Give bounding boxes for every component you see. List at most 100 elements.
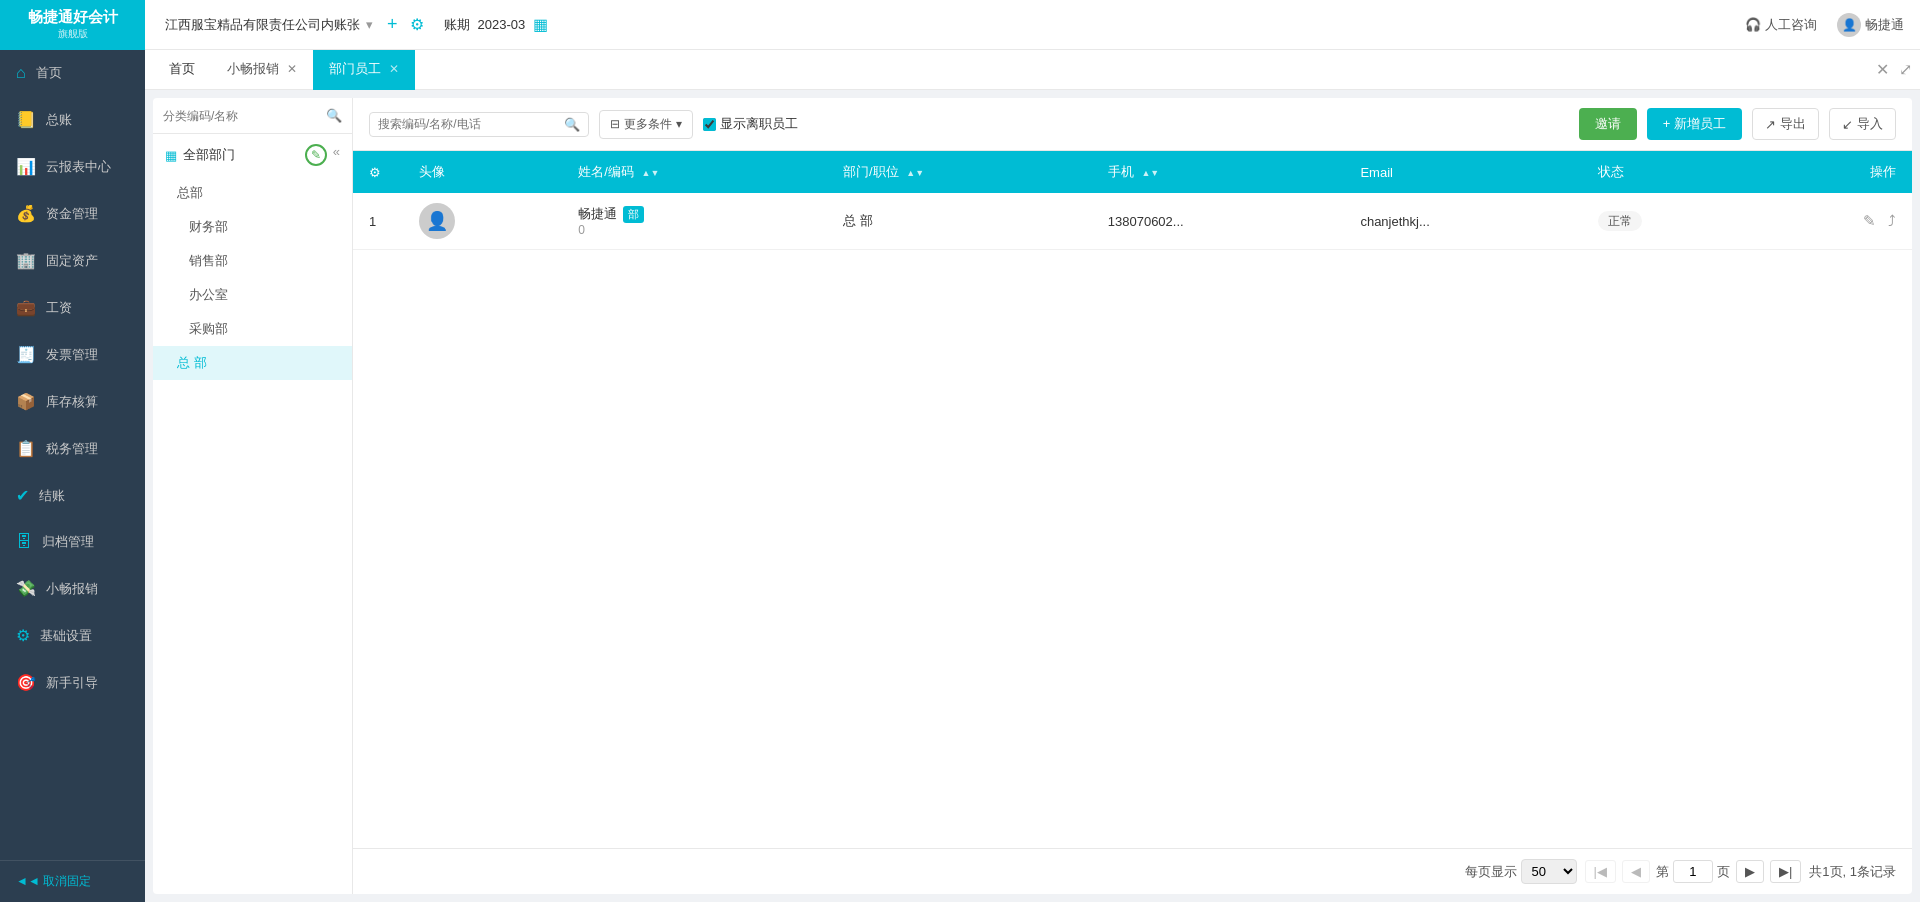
prev-page-button[interactable]: ◀: [1622, 860, 1650, 883]
collapse-icon[interactable]: «: [333, 144, 340, 166]
next-page-button[interactable]: ▶: [1736, 860, 1764, 883]
table-body: 1 👤 畅捷通 部 0: [353, 193, 1912, 250]
dept-badge: 部: [623, 206, 644, 223]
cell-phone: 138070602...: [1092, 193, 1345, 250]
sidebar-item-salary[interactable]: 💼 工资: [0, 284, 145, 331]
last-page-button[interactable]: ▶|: [1770, 860, 1801, 883]
sidebar-item-home[interactable]: ⌂ 首页: [0, 50, 145, 96]
col-avatar-label: 头像: [419, 164, 445, 179]
archive-icon: 🗄: [16, 533, 32, 551]
dept-search-input[interactable]: [163, 109, 320, 123]
dept-item-headquarters[interactable]: 总部: [153, 176, 352, 210]
close-all-icon[interactable]: ✕: [1876, 60, 1889, 79]
page-size-select: 每页显示 50 10 20 100: [1465, 859, 1577, 884]
settings-icon: ⚙: [369, 165, 381, 180]
tab-home[interactable]: 首页: [153, 50, 211, 90]
export-icon: ↗: [1765, 117, 1776, 132]
import-icon: ↙: [1842, 117, 1853, 132]
sidebar-item-reports[interactable]: 📊 云报表中心: [0, 143, 145, 190]
sidebar-item-settings[interactable]: ⚙ 基础设置: [0, 612, 145, 659]
sidebar-item-tax[interactable]: 📋 税务管理: [0, 425, 145, 472]
col-status: 状态: [1582, 151, 1760, 193]
dept-item-finance[interactable]: 财务部: [153, 210, 352, 244]
settings-icon[interactable]: ⚙: [410, 15, 424, 34]
filter-icon: ⊟: [610, 117, 620, 131]
invite-button[interactable]: 邀请: [1579, 108, 1637, 140]
sidebar-item-label: 税务管理: [46, 440, 98, 458]
maximize-icon[interactable]: ⤢: [1899, 60, 1912, 79]
unpin-button[interactable]: ◄◄ 取消固定: [0, 860, 145, 902]
calendar-icon[interactable]: ▦: [533, 15, 548, 34]
edit-employee-button[interactable]: ✎: [1863, 212, 1876, 230]
export-button[interactable]: ↗ 导出: [1752, 108, 1819, 140]
content-area: 首页 小畅报销 ✕ 部门员工 ✕ ✕ ⤢ 🔍: [145, 50, 1920, 902]
pagination-bar: 每页显示 50 10 20 100 |◀ ◀ 第: [353, 848, 1912, 894]
sidebar-item-guide[interactable]: 🎯 新手引导: [0, 659, 145, 706]
period-info: 账期 2023-03 ▦: [444, 15, 549, 34]
tab-xiaochang-label: 小畅报销: [227, 60, 279, 78]
sidebar-item-capital[interactable]: 💰 资金管理: [0, 190, 145, 237]
invoice-icon: 🧾: [16, 345, 36, 364]
page-size-dropdown[interactable]: 50 10 20 100: [1521, 859, 1577, 884]
sidebar-item-invoice[interactable]: 🧾 发票管理: [0, 331, 145, 378]
logout-employee-button[interactable]: ⤴: [1888, 212, 1896, 230]
first-page-button[interactable]: |◀: [1585, 860, 1616, 883]
close-tab-dept[interactable]: ✕: [389, 62, 399, 76]
sidebar-item-inventory[interactable]: 📦 库存核算: [0, 378, 145, 425]
dept-item-general-hq[interactable]: 总 部: [153, 346, 352, 380]
dept-item-purchase[interactable]: 采购部: [153, 312, 352, 346]
dept-item-office[interactable]: 办公室: [153, 278, 352, 312]
sidebar-item-ledger[interactable]: 📒 总账: [0, 96, 145, 143]
dept-item-sales[interactable]: 销售部: [153, 244, 352, 278]
filter-label: 更多条件: [624, 116, 672, 133]
sidebar-item-checkout[interactable]: ✔ 结账: [0, 472, 145, 519]
show-resigned-checkbox-label[interactable]: 显示离职员工: [703, 115, 798, 133]
grid-icon: ▦: [165, 148, 177, 163]
logo-subtitle: 旗舰版: [58, 27, 88, 41]
ai-consult-label: 人工咨询: [1765, 16, 1817, 34]
sidebar-item-label: 总账: [46, 111, 72, 129]
col-name[interactable]: 姓名/编码 ▲▼: [562, 151, 827, 193]
ai-consult-button[interactable]: 🎧 人工咨询: [1745, 16, 1817, 34]
col-phone[interactable]: 手机 ▲▼: [1092, 151, 1345, 193]
toolbar: 🔍 ⊟ 更多条件 ▾ 显示离职员工 邀请 + 新增员: [353, 98, 1912, 151]
home-icon: ⌂: [16, 64, 26, 82]
tab-xiaochang[interactable]: 小畅报销 ✕: [211, 50, 313, 90]
close-tab-xiaochang[interactable]: ✕: [287, 62, 297, 76]
add-employee-button[interactable]: + 新增员工: [1647, 108, 1742, 140]
page-content: 🔍 ▦ 全部部门 ✎ « 总部 财务部 销售部 办公室 采购部: [153, 98, 1912, 894]
sidebar-item-label: 结账: [39, 487, 65, 505]
sidebar-item-assets[interactable]: 🏢 固定资产: [0, 237, 145, 284]
col-settings[interactable]: ⚙: [353, 151, 403, 193]
page-number-input[interactable]: [1673, 860, 1713, 883]
import-label: 导入: [1857, 115, 1883, 133]
sidebar-item-archive[interactable]: 🗄 归档管理: [0, 519, 145, 565]
show-resigned-checkbox[interactable]: [703, 118, 716, 131]
user-menu[interactable]: 👤 畅捷通: [1837, 13, 1904, 37]
col-dept[interactable]: 部门/职位 ▲▼: [827, 151, 1092, 193]
import-button[interactable]: ↙ 导入: [1829, 108, 1896, 140]
search-icon: 🔍: [326, 108, 342, 123]
all-dept-label-area: ▦ 全部部门: [165, 146, 235, 164]
all-dept-header[interactable]: ▦ 全部部门 ✎ «: [153, 134, 352, 176]
sort-icon: ▲▼: [1141, 169, 1159, 178]
col-dept-label: 部门/职位: [843, 164, 899, 179]
user-name: 畅捷通: [1865, 16, 1904, 34]
col-status-label: 状态: [1598, 164, 1624, 179]
avatar: 👤: [419, 203, 455, 239]
more-filter-button[interactable]: ⊟ 更多条件 ▾: [599, 110, 693, 139]
ledger-icon: 📒: [16, 110, 36, 129]
total-records-label: 共1页, 1条记录: [1809, 863, 1896, 881]
tab-dept-employee[interactable]: 部门员工 ✕: [313, 50, 415, 90]
checkout-icon: ✔: [16, 486, 29, 505]
company-selector[interactable]: 江西服宝精品有限责任公司内账张 ▾: [165, 16, 373, 34]
sidebar-item-xiaochang[interactable]: 💸 小畅报销: [0, 565, 145, 612]
cell-email: chanjethkj...: [1344, 193, 1581, 250]
employee-search-input[interactable]: [378, 117, 558, 131]
avatar: 👤: [1837, 13, 1861, 37]
edit-dept-button[interactable]: ✎: [305, 144, 327, 166]
employee-search-box: 🔍: [369, 112, 589, 137]
add-icon[interactable]: +: [387, 14, 398, 35]
page-prefix-label: 第: [1656, 863, 1669, 881]
salary-icon: 💼: [16, 298, 36, 317]
